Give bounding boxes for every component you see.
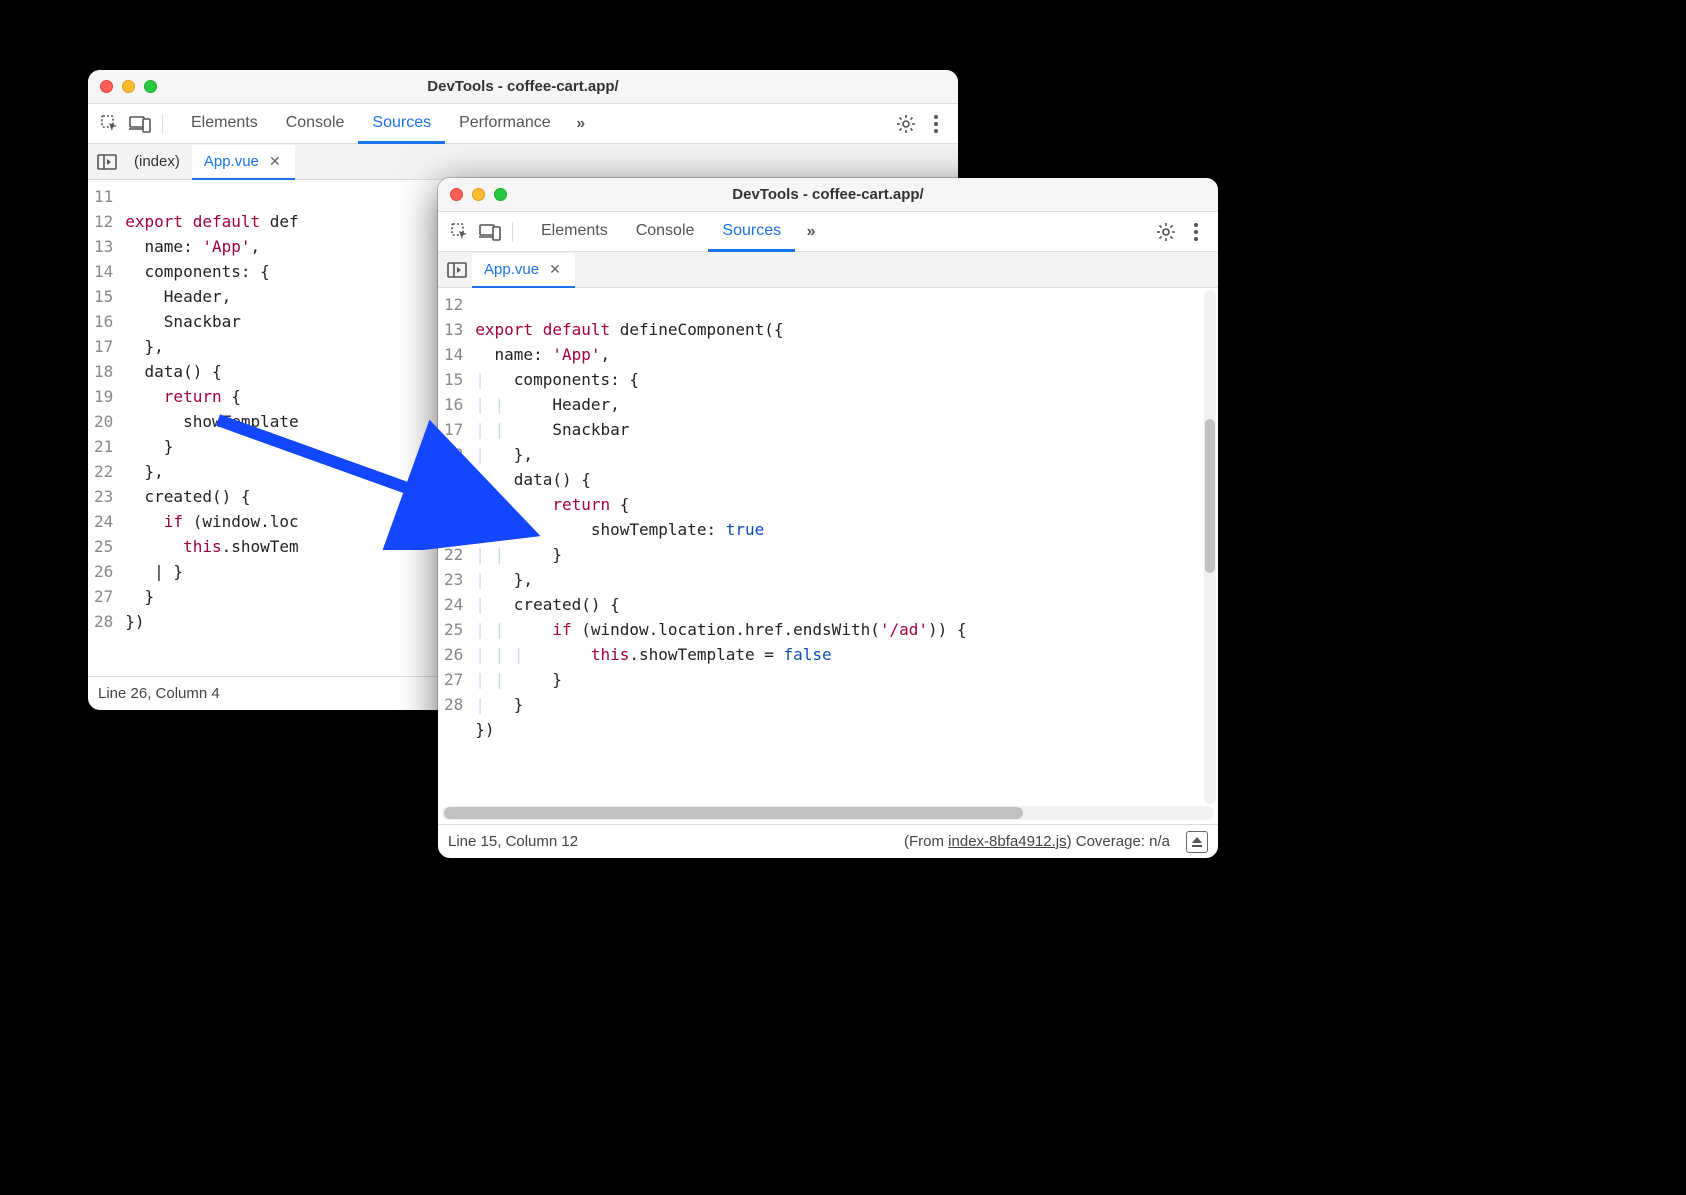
file-tab-index[interactable]: (index) — [122, 145, 192, 180]
page-title: DevTools - coffee-cart.app/ — [438, 186, 1218, 203]
source-file-link[interactable]: index-8bfa4912.js — [948, 833, 1066, 850]
more-tabs-icon[interactable]: » — [797, 218, 825, 246]
close-icon[interactable]: ✕ — [547, 261, 563, 277]
minimize-window-icon[interactable] — [472, 188, 485, 201]
file-tab-bar: (index) App.vue ✕ — [88, 144, 958, 180]
zoom-window-icon[interactable] — [144, 80, 157, 93]
code-editor[interactable]: 1213141516171819202122232425262728 expor… — [438, 288, 1218, 806]
file-tab-bar: App.vue ✕ — [438, 252, 1218, 288]
file-tab-label: App.vue — [204, 153, 259, 170]
divider — [512, 222, 513, 242]
navigator-toggle-icon[interactable] — [92, 147, 122, 177]
close-window-icon[interactable] — [450, 188, 463, 201]
file-tab-label: App.vue — [484, 261, 539, 278]
line-gutter: 111213141516171819202122232425262728 — [88, 180, 123, 676]
tab-elements[interactable]: Elements — [527, 212, 622, 252]
scrollbar-thumb[interactable] — [1205, 419, 1215, 573]
scrollbar-thumb[interactable] — [444, 807, 1023, 819]
titlebar: DevTools - coffee-cart.app/ — [438, 178, 1218, 212]
divider — [162, 114, 163, 134]
tab-performance[interactable]: Performance — [445, 104, 565, 144]
show-drawer-icon[interactable] — [1186, 831, 1208, 853]
kebab-menu-icon[interactable] — [1182, 218, 1210, 246]
file-tab-label: (index) — [134, 153, 180, 170]
more-tabs-icon[interactable]: » — [567, 110, 595, 138]
cursor-position: Line 15, Column 12 — [448, 833, 578, 850]
vertical-scrollbar[interactable] — [1204, 290, 1216, 804]
status-bar: Line 15, Column 12 (From index-8bfa4912.… — [438, 824, 1218, 858]
tab-sources[interactable]: Sources — [708, 212, 795, 252]
cursor-position: Line 26, Column 4 — [98, 685, 220, 702]
minimize-window-icon[interactable] — [122, 80, 135, 93]
gear-icon[interactable] — [892, 110, 920, 138]
code-content: export default defineComponent({ name: '… — [473, 288, 1218, 806]
device-toggle-icon[interactable] — [126, 110, 154, 138]
window-controls — [450, 188, 507, 201]
devtools-panel-tabs: Elements Console Sources » — [438, 212, 1218, 252]
tab-elements[interactable]: Elements — [177, 104, 272, 144]
devtools-panel-tabs: Elements Console Sources Performance » — [88, 104, 958, 144]
tab-sources[interactable]: Sources — [358, 104, 445, 144]
page-title: DevTools - coffee-cart.app/ — [88, 78, 958, 95]
inspect-element-icon[interactable] — [446, 218, 474, 246]
close-window-icon[interactable] — [100, 80, 113, 93]
gear-icon[interactable] — [1152, 218, 1180, 246]
tab-console[interactable]: Console — [622, 212, 709, 252]
file-tab-app-vue[interactable]: App.vue ✕ — [472, 253, 575, 288]
horizontal-scrollbar[interactable] — [442, 806, 1214, 820]
line-gutter: 1213141516171819202122232425262728 — [438, 288, 473, 806]
window-controls — [100, 80, 157, 93]
navigator-toggle-icon[interactable] — [442, 255, 472, 285]
devtools-window-front: DevTools - coffee-cart.app/ Elements Con — [438, 178, 1218, 858]
close-icon[interactable]: ✕ — [267, 153, 283, 169]
file-tab-app-vue[interactable]: App.vue ✕ — [192, 145, 295, 180]
source-mapped-from: (From index-8bfa4912.js) Coverage: n/a — [904, 833, 1170, 850]
kebab-menu-icon[interactable] — [922, 110, 950, 138]
zoom-window-icon[interactable] — [494, 188, 507, 201]
tab-console[interactable]: Console — [272, 104, 359, 144]
inspect-element-icon[interactable] — [96, 110, 124, 138]
device-toggle-icon[interactable] — [476, 218, 504, 246]
titlebar: DevTools - coffee-cart.app/ — [88, 70, 958, 104]
